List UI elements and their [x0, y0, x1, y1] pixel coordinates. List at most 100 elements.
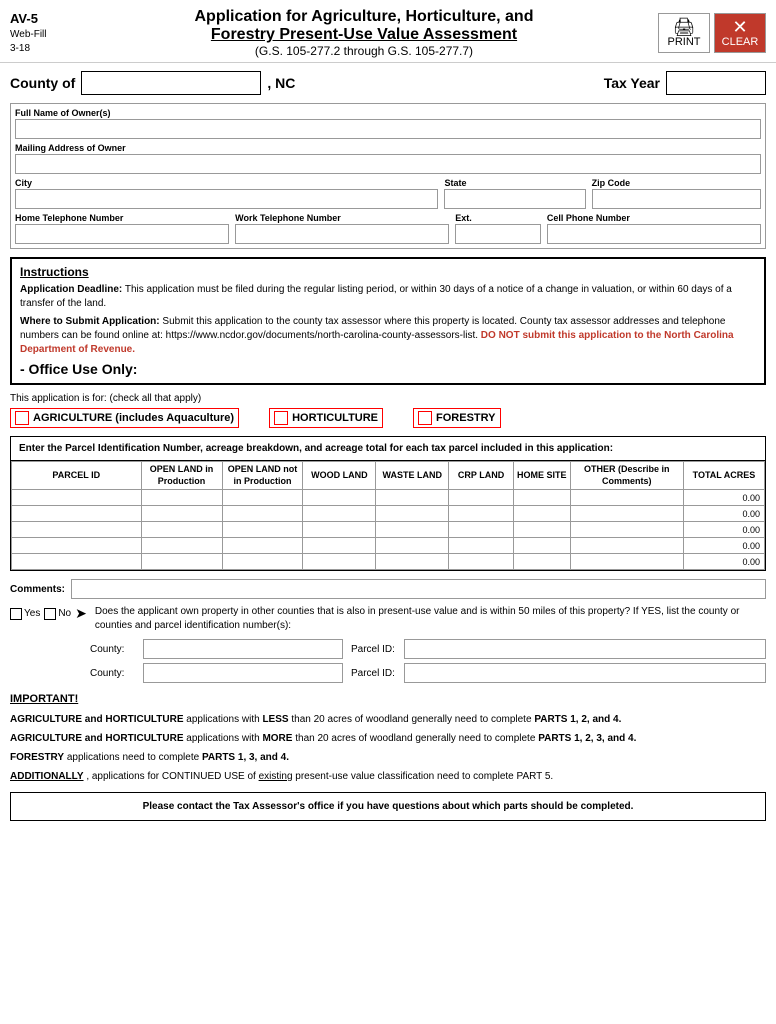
yes-checkbox[interactable]	[10, 608, 22, 620]
parcel-cell-2-0[interactable]	[15, 524, 138, 534]
total-cell-4: 0.00	[683, 554, 764, 570]
parcel-cell-0-3[interactable]	[306, 492, 372, 502]
form-sub1: Web-Fill	[10, 28, 70, 42]
imp-para1-text2: than 20 acres of woodland generally need…	[291, 714, 534, 725]
parcel-cell-2-2[interactable]	[226, 524, 300, 534]
col-parcel-id: PARCEL ID	[12, 462, 142, 490]
parcel-id-input-1[interactable]	[404, 639, 766, 659]
parcel-cell-0-4[interactable]	[379, 492, 445, 502]
form-sub2: 3-18	[10, 42, 70, 56]
state-input[interactable]	[444, 189, 585, 209]
parcel-cell-3-3[interactable]	[306, 540, 372, 550]
parcel-cell-0-0[interactable]	[15, 492, 138, 502]
parcel-cell-4-1[interactable]	[145, 556, 219, 566]
table-row: 0.00	[12, 506, 765, 522]
parcel-cell-2-1[interactable]	[145, 524, 219, 534]
arrow-icon: ➤	[75, 605, 87, 622]
parcel-cell-4-6[interactable]	[517, 556, 567, 566]
comments-row: Comments:	[10, 579, 766, 599]
yes-no-section: Yes No ➤ Does the applicant own property…	[10, 605, 766, 683]
work-phone-input[interactable]	[235, 224, 449, 244]
parcel-cell-4-5[interactable]	[452, 556, 510, 566]
parcel-cell-3-2[interactable]	[226, 540, 300, 550]
parcel-cell-1-1[interactable]	[145, 508, 219, 518]
ext-input[interactable]	[455, 224, 541, 244]
title-line1: Application for Agriculture, Horticultur…	[70, 8, 658, 26]
county-input[interactable]	[81, 71, 261, 95]
parcel-cell-2-6[interactable]	[517, 524, 567, 534]
clear-button[interactable]: ✕ CLEAR	[714, 13, 766, 53]
submit-bold: Where to Submit Application:	[20, 316, 160, 327]
application-for-section: This application is for: (check all that…	[10, 393, 766, 428]
col-wood-land: WOOD LAND	[303, 462, 376, 490]
total-cell-0: 0.00	[683, 490, 764, 506]
parcel-cell-0-7[interactable]	[574, 492, 680, 502]
parcel-cell-0-1[interactable]	[145, 492, 219, 502]
comments-input[interactable]	[71, 579, 766, 599]
parcel-cell-0-6[interactable]	[517, 492, 567, 502]
parcel-cell-4-3[interactable]	[306, 556, 372, 566]
parcel-cell-4-4[interactable]	[379, 556, 445, 566]
submit-para: Where to Submit Application: Submit this…	[20, 315, 756, 357]
parcel-cell-2-4[interactable]	[379, 524, 445, 534]
parcel-cell-4-0[interactable]	[15, 556, 138, 566]
important-title: IMPORTANT!	[10, 691, 766, 708]
home-phone-group: Home Telephone Number	[15, 213, 229, 244]
parcel-section: Enter the Parcel Identification Number, …	[10, 436, 766, 571]
parcel-cell-0-2[interactable]	[226, 492, 300, 502]
parcel-cell-2-7[interactable]	[574, 524, 680, 534]
parcel-cell-0-5[interactable]	[452, 492, 510, 502]
parcel-cell-1-5[interactable]	[452, 508, 510, 518]
agriculture-checkbox[interactable]	[15, 411, 29, 425]
parcel-cell-3-0[interactable]	[15, 540, 138, 550]
yn-question: Does the applicant own property in other…	[95, 605, 766, 633]
imp-parts1: PARTS 1, 2, and 4.	[534, 714, 621, 725]
county-row-2: County: Parcel ID:	[90, 663, 766, 683]
parcel-cell-4-7[interactable]	[574, 556, 680, 566]
city-label: City	[15, 178, 438, 188]
parcel-cell-1-2[interactable]	[226, 508, 300, 518]
print-button[interactable]: 🖨 PRINT	[658, 13, 710, 53]
parcel-cell-1-4[interactable]	[379, 508, 445, 518]
mailing-address-input[interactable]	[15, 154, 761, 174]
agriculture-label: AGRICULTURE (includes Aquaculture)	[33, 412, 234, 424]
parcel-cell-3-4[interactable]	[379, 540, 445, 550]
parcel-cell-3-1[interactable]	[145, 540, 219, 550]
important-title-text: IMPORTANT!	[10, 693, 78, 705]
parcel-cell-1-0[interactable]	[15, 508, 138, 518]
print-label: PRINT	[668, 36, 701, 48]
imp-para2-text2: than 20 acres of woodland generally need…	[295, 733, 538, 744]
city-input[interactable]	[15, 189, 438, 209]
horticulture-label: HORTICULTURE	[292, 412, 378, 424]
print-icon: 🖨	[673, 18, 696, 36]
parcel-cell-3-5[interactable]	[452, 540, 510, 550]
county-input-2[interactable]	[143, 663, 343, 683]
title-line2: Forestry Present-Use Value Assessment	[70, 26, 658, 44]
col-open-land-prod: OPEN LAND in Production	[141, 462, 222, 490]
tax-year-section: Tax Year	[604, 71, 766, 95]
parcel-cell-2-5[interactable]	[452, 524, 510, 534]
zip-input[interactable]	[592, 189, 761, 209]
table-row: 0.00	[12, 538, 765, 554]
parcel-cell-4-2[interactable]	[226, 556, 300, 566]
forestry-checkbox-item: FORESTRY	[413, 408, 501, 428]
yes-no-boxes: Yes No ➤	[10, 605, 87, 622]
forestry-checkbox[interactable]	[418, 411, 432, 425]
county-label: County of	[10, 75, 75, 91]
owner-info-box: Full Name of Owner(s) Mailing Address of…	[10, 103, 766, 249]
parcel-cell-3-6[interactable]	[517, 540, 567, 550]
parcel-cell-1-6[interactable]	[517, 508, 567, 518]
horticulture-checkbox[interactable]	[274, 411, 288, 425]
parcel-id-input-2[interactable]	[404, 663, 766, 683]
cell-input[interactable]	[547, 224, 761, 244]
home-phone-input[interactable]	[15, 224, 229, 244]
no-checkbox[interactable]	[44, 608, 56, 620]
county-input-1[interactable]	[143, 639, 343, 659]
tax-year-input[interactable]	[666, 71, 766, 95]
full-name-input[interactable]	[15, 119, 761, 139]
parcel-cell-2-3[interactable]	[306, 524, 372, 534]
parcel-cell-3-7[interactable]	[574, 540, 680, 550]
parcel-cell-1-3[interactable]	[306, 508, 372, 518]
parcel-cell-1-7[interactable]	[574, 508, 680, 518]
deadline-bold: Application Deadline:	[20, 284, 122, 295]
